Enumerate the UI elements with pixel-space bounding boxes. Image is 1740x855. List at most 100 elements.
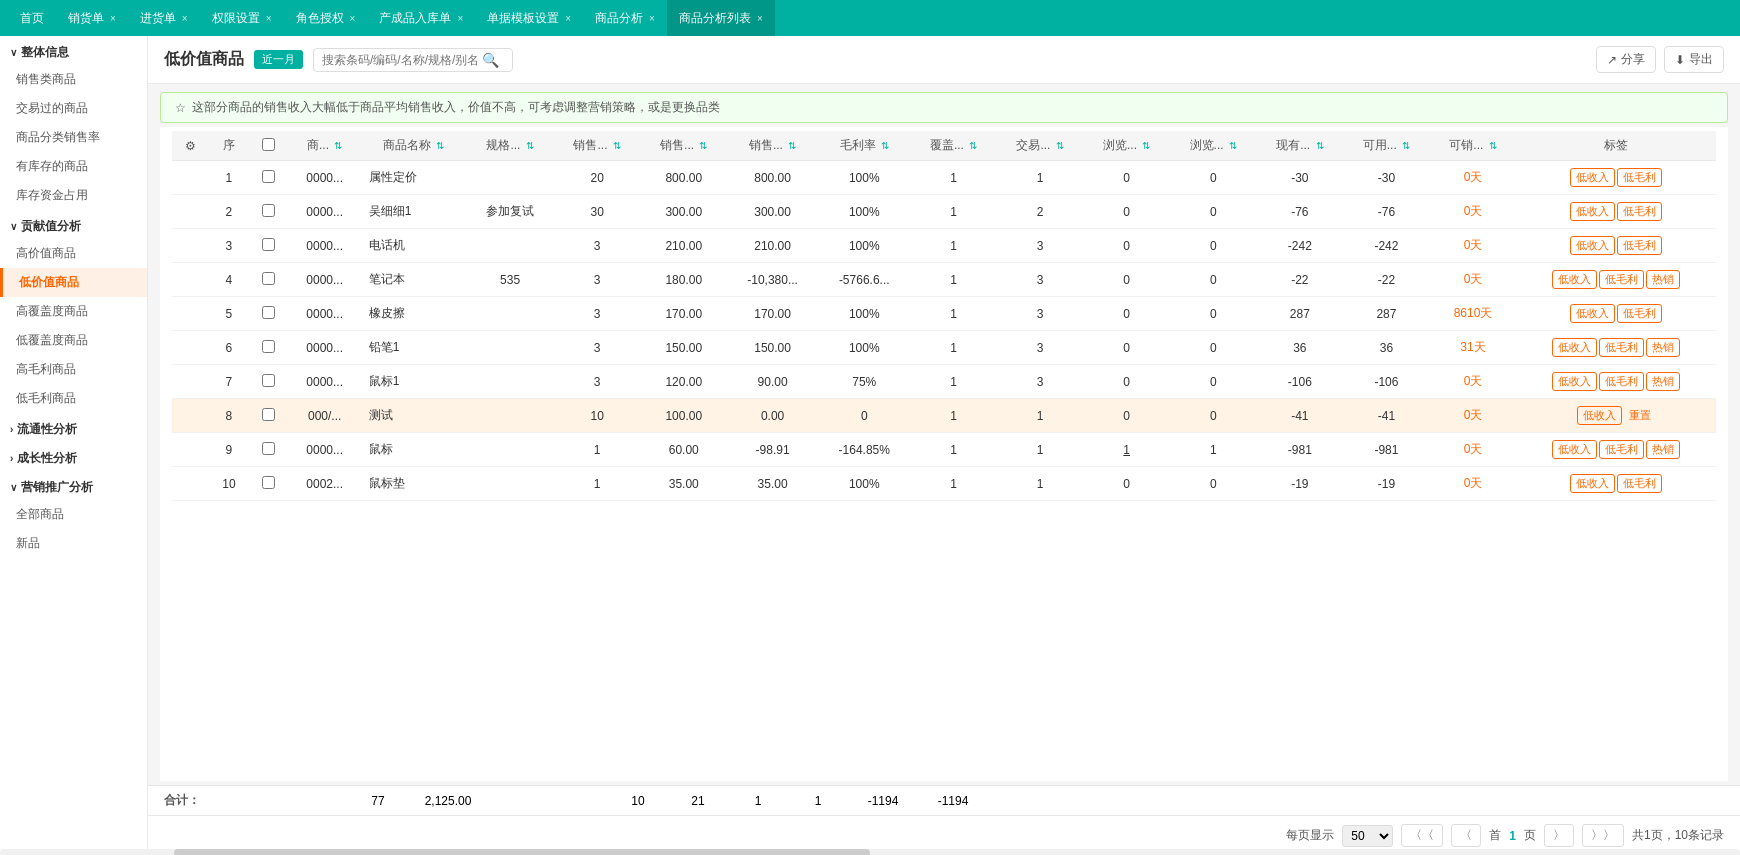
- table-row: 1 0000... 属性定价 20 800.00 800.00 100% 1 1…: [172, 161, 1716, 195]
- sidebar-item-inventory-capital[interactable]: 库存资金占用: [0, 181, 147, 210]
- row-checkbox[interactable]: [262, 442, 275, 455]
- th-gross-rate[interactable]: 毛利率 ⇅: [818, 131, 910, 161]
- sidebar-item-traded-products[interactable]: 交易过的商品: [0, 94, 147, 123]
- th-sales3[interactable]: 销售... ⇅: [727, 131, 818, 161]
- close-icon[interactable]: ×: [649, 13, 655, 24]
- checkbox-cell[interactable]: [249, 297, 289, 331]
- checkbox-cell[interactable]: [249, 263, 289, 297]
- sidebar-section-liquidity[interactable]: › 流通性分析: [0, 413, 147, 442]
- checkbox-cell[interactable]: [249, 399, 289, 433]
- sidebar-section-marketing[interactable]: ∨ 营销推广分析: [0, 471, 147, 500]
- current-cell: -41: [1257, 399, 1344, 433]
- coverage-cell: 1: [910, 365, 997, 399]
- sidebar-section-contribution[interactable]: ∨ 贡献值分析: [0, 210, 147, 239]
- checkbox-cell[interactable]: [249, 161, 289, 195]
- row-checkbox[interactable]: [262, 408, 275, 421]
- th-trade[interactable]: 交易... ⇅: [997, 131, 1084, 161]
- table-container: ⚙ 序 商... ⇅ 商品名称 ⇅ 规格... ⇅ 销售... ⇅ 销售... …: [160, 127, 1728, 781]
- th-settings[interactable]: ⚙: [172, 131, 209, 161]
- row-checkbox[interactable]: [262, 238, 275, 251]
- checkbox-cell[interactable]: [249, 331, 289, 365]
- tags-cell: 低收入低毛利: [1516, 161, 1716, 195]
- nav-role-auth[interactable]: 角色授权 ×: [284, 0, 368, 36]
- browse1-cell[interactable]: 1: [1083, 433, 1170, 467]
- sidebar-item-instock-products[interactable]: 有库存的商品: [0, 152, 147, 181]
- tags-cell: 低收入低毛利: [1516, 297, 1716, 331]
- th-sellable[interactable]: 可销... ⇅: [1430, 131, 1517, 161]
- sidebar-section-growth[interactable]: › 成长性分析: [0, 442, 147, 471]
- nav-purchase-order[interactable]: 进货单 ×: [128, 0, 200, 36]
- checkbox-cell[interactable]: [249, 365, 289, 399]
- th-browse2[interactable]: 浏览... ⇅: [1170, 131, 1257, 161]
- th-sales1[interactable]: 销售... ⇅: [554, 131, 641, 161]
- share-button[interactable]: ↗ 分享: [1596, 46, 1656, 73]
- sidebar-item-all-products[interactable]: 全部商品: [0, 500, 147, 529]
- page-size-select[interactable]: 50 100 200: [1342, 825, 1393, 847]
- row-checkbox[interactable]: [262, 340, 275, 353]
- checkbox-cell[interactable]: [249, 433, 289, 467]
- row-checkbox[interactable]: [262, 306, 275, 319]
- spec-cell: [466, 161, 553, 195]
- th-code[interactable]: 商... ⇅: [289, 131, 361, 161]
- row-checkbox[interactable]: [262, 374, 275, 387]
- search-icon[interactable]: 🔍: [482, 52, 499, 68]
- sidebar-item-low-value[interactable]: 低价值商品: [0, 268, 147, 297]
- spec-cell: [466, 297, 553, 331]
- sidebar-item-low-margin[interactable]: 低毛利商品: [0, 384, 147, 413]
- sidebar-item-high-margin[interactable]: 高毛利商品: [0, 355, 147, 384]
- tag-badge: 低毛利: [1617, 236, 1662, 255]
- close-icon[interactable]: ×: [110, 13, 116, 24]
- close-icon[interactable]: ×: [350, 13, 356, 24]
- spec-cell: [466, 467, 553, 501]
- search-input-wrap[interactable]: 🔍: [313, 48, 513, 72]
- last-page-button[interactable]: 〉〉: [1582, 824, 1624, 847]
- period-badge[interactable]: 近一月: [254, 50, 303, 69]
- th-spec[interactable]: 规格... ⇅: [466, 131, 553, 161]
- export-button[interactable]: ⬇ 导出: [1664, 46, 1724, 73]
- th-coverage[interactable]: 覆盖... ⇅: [910, 131, 997, 161]
- sales1-cell: 1: [554, 433, 641, 467]
- close-icon[interactable]: ×: [565, 13, 571, 24]
- close-icon[interactable]: ×: [266, 13, 272, 24]
- row-checkbox[interactable]: [262, 272, 275, 285]
- checkbox-cell[interactable]: [249, 467, 289, 501]
- available-cell: 287: [1343, 297, 1430, 331]
- search-input[interactable]: [322, 53, 482, 67]
- sidebar-item-low-coverage[interactable]: 低覆盖度商品: [0, 326, 147, 355]
- nav-product-analysis[interactable]: 商品分析 ×: [583, 0, 667, 36]
- select-all-checkbox[interactable]: [262, 138, 275, 151]
- row-checkbox[interactable]: [262, 476, 275, 489]
- close-icon[interactable]: ×: [182, 13, 188, 24]
- tag-badge: 低毛利: [1617, 168, 1662, 187]
- prev-page-button[interactable]: 〈: [1451, 824, 1481, 847]
- sidebar-item-sales-products[interactable]: 销售类商品: [0, 65, 147, 94]
- row-checkbox[interactable]: [262, 204, 275, 217]
- th-available[interactable]: 可用... ⇅: [1343, 131, 1430, 161]
- tag-badge: 热销: [1646, 440, 1680, 459]
- nav-permission-settings[interactable]: 权限设置 ×: [200, 0, 284, 36]
- checkbox-cell[interactable]: [249, 229, 289, 263]
- nav-home[interactable]: 首页: [8, 0, 56, 36]
- current-cell: -22: [1257, 263, 1344, 297]
- close-icon[interactable]: ×: [457, 13, 463, 24]
- th-checkbox[interactable]: [249, 131, 289, 161]
- sidebar-item-high-coverage[interactable]: 高覆盖度商品: [0, 297, 147, 326]
- checkbox-cell[interactable]: [249, 195, 289, 229]
- sidebar-section-overall[interactable]: ∨ 整体信息: [0, 36, 147, 65]
- th-current[interactable]: 现有... ⇅: [1257, 131, 1344, 161]
- close-icon[interactable]: ×: [757, 13, 763, 24]
- row-checkbox[interactable]: [262, 170, 275, 183]
- nav-product-inbound[interactable]: 产成品入库单 ×: [367, 0, 475, 36]
- sidebar-item-category-sales-rate[interactable]: 商品分类销售率: [0, 123, 147, 152]
- sales2-cell: 120.00: [640, 365, 727, 399]
- th-sales2[interactable]: 销售... ⇅: [640, 131, 727, 161]
- first-page-button[interactable]: 〈〈: [1401, 824, 1443, 847]
- sidebar-item-new-products[interactable]: 新品: [0, 529, 147, 558]
- sidebar-item-high-value[interactable]: 高价值商品: [0, 239, 147, 268]
- th-name[interactable]: 商品名称 ⇅: [361, 131, 467, 161]
- nav-template-settings[interactable]: 单据模板设置 ×: [475, 0, 583, 36]
- nav-sales-order[interactable]: 销货单 ×: [56, 0, 128, 36]
- th-browse1[interactable]: 浏览... ⇅: [1083, 131, 1170, 161]
- nav-product-analysis-list[interactable]: 商品分析列表 ×: [667, 0, 775, 36]
- next-page-button[interactable]: 〉: [1544, 824, 1574, 847]
